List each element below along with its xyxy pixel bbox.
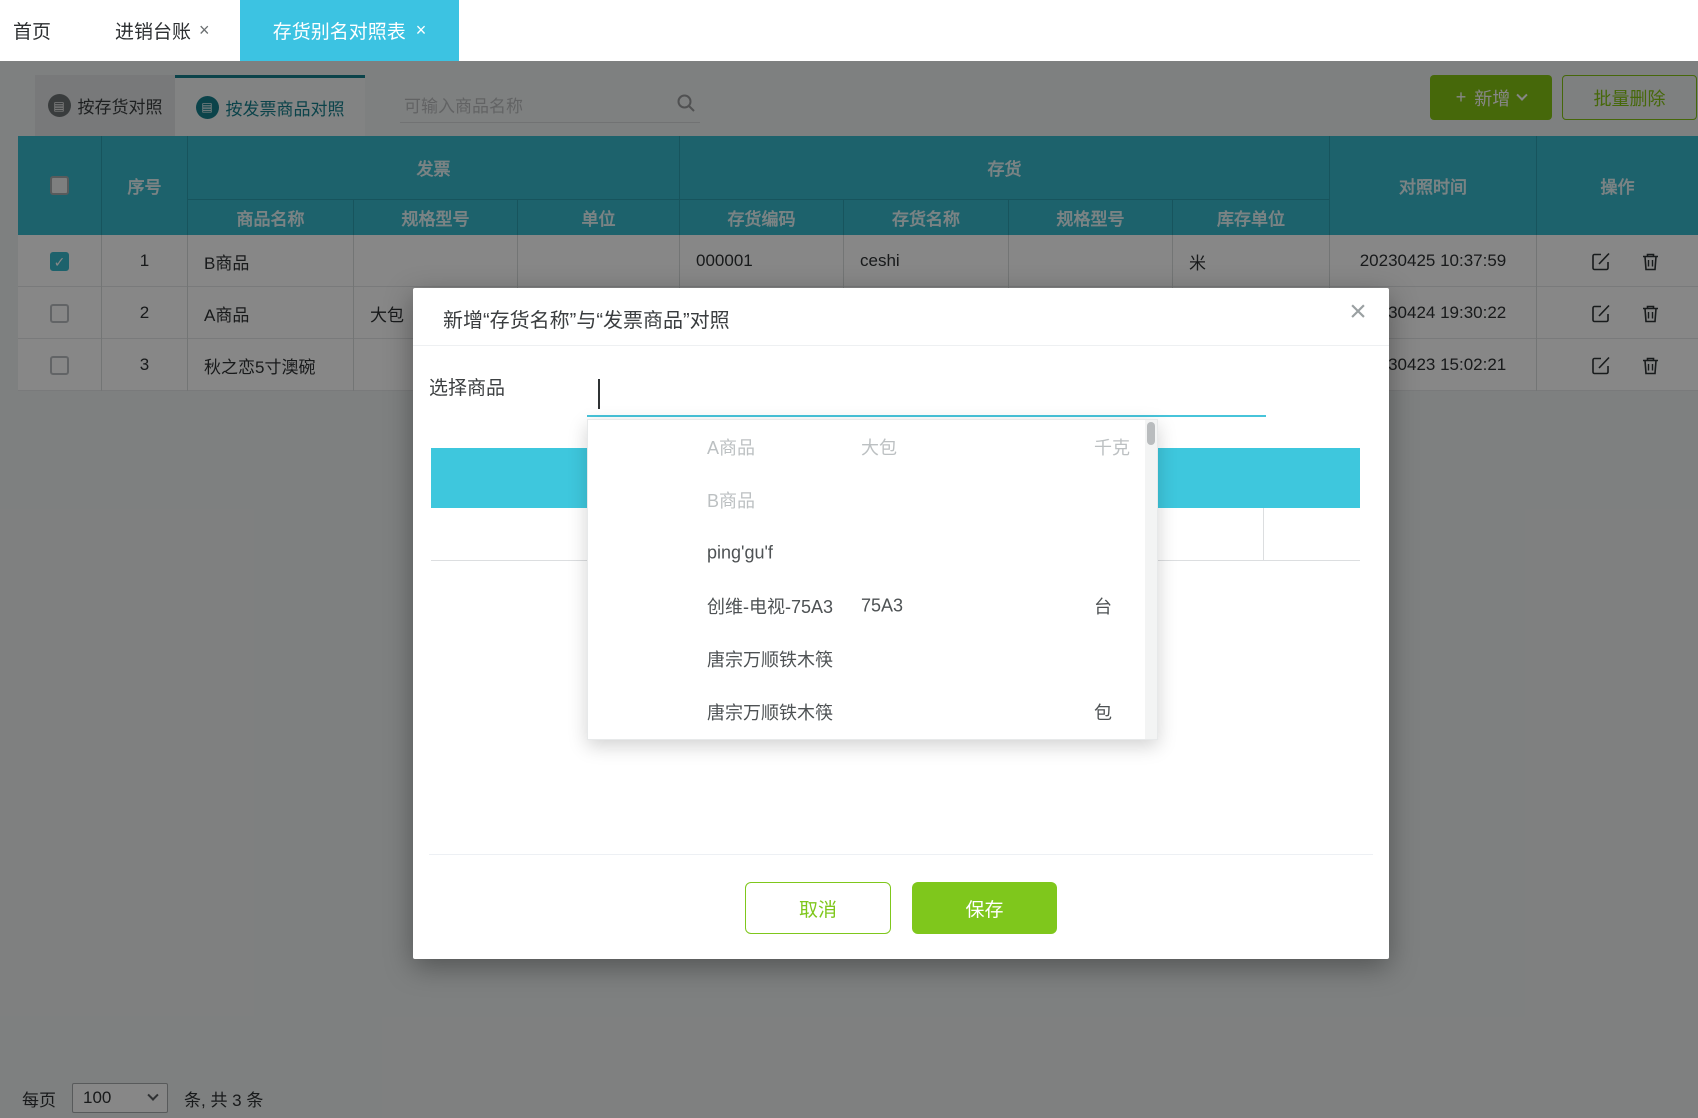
dropdown-item[interactable]: 唐宗万顺铁木筷 [588, 632, 1157, 685]
dropdown-scrollbar[interactable] [1145, 420, 1157, 739]
item-unit: 包 [1094, 702, 1112, 723]
close-icon[interactable]: × [1341, 292, 1375, 332]
item-spec: 75A3 [861, 595, 904, 615]
tab-inventory-alias[interactable]: 存货别名对照表 × [240, 0, 459, 61]
close-icon[interactable]: × [199, 20, 210, 41]
scrollbar-thumb[interactable] [1147, 422, 1155, 445]
cell-divider [1263, 508, 1264, 560]
product-dropdown: A商品 大包 千克 B商品 ping'gu'f 创维-电视-75A3 75A3 … [587, 419, 1158, 740]
item-name: 唐宗万顺铁木筷 [707, 702, 833, 723]
footer-divider [429, 854, 1373, 855]
select-product-label: 选择商品 [429, 378, 506, 399]
item-name: B商品 [707, 490, 756, 511]
close-icon[interactable]: × [416, 20, 427, 41]
input-underline [587, 415, 1266, 417]
cancel-button[interactable]: 取消 [745, 882, 891, 934]
item-unit: 台 [1094, 596, 1112, 617]
save-button[interactable]: 保存 [912, 882, 1057, 934]
tab-ledger[interactable]: 进销台账 × [115, 0, 210, 61]
tab-ledger-label: 进销台账 [115, 22, 192, 43]
tab-inventory-alias-label: 存货别名对照表 [272, 22, 406, 43]
tab-home[interactable]: 首页 [13, 0, 51, 61]
item-unit: 千克 [1094, 437, 1130, 458]
item-name: 创维-电视-75A3 [707, 596, 834, 617]
dialog-title: 新增“存货名称”与“发票商品”对照 [443, 310, 730, 332]
text-cursor [598, 379, 600, 409]
select-product-input[interactable] [587, 370, 1266, 414]
dropdown-item[interactable]: 唐宗万顺铁木筷 包 [588, 685, 1157, 738]
item-name: 唐宗万顺铁木筷 [707, 649, 833, 670]
dropdown-item[interactable]: ping'gu'f [588, 526, 1157, 579]
title-divider [413, 345, 1389, 346]
item-name: A商品 [707, 437, 756, 458]
dropdown-item[interactable]: A商品 大包 千克 [588, 420, 1157, 473]
tab-home-label: 首页 [13, 22, 52, 43]
dropdown-item[interactable]: B商品 [588, 473, 1157, 526]
item-spec: 大包 [861, 437, 897, 458]
item-name: ping'gu'f [707, 542, 773, 562]
dropdown-item[interactable]: 创维-电视-75A3 75A3 台 [588, 579, 1157, 632]
tab-bar: 首页 进销台账 × 存货别名对照表 × [0, 0, 1698, 61]
